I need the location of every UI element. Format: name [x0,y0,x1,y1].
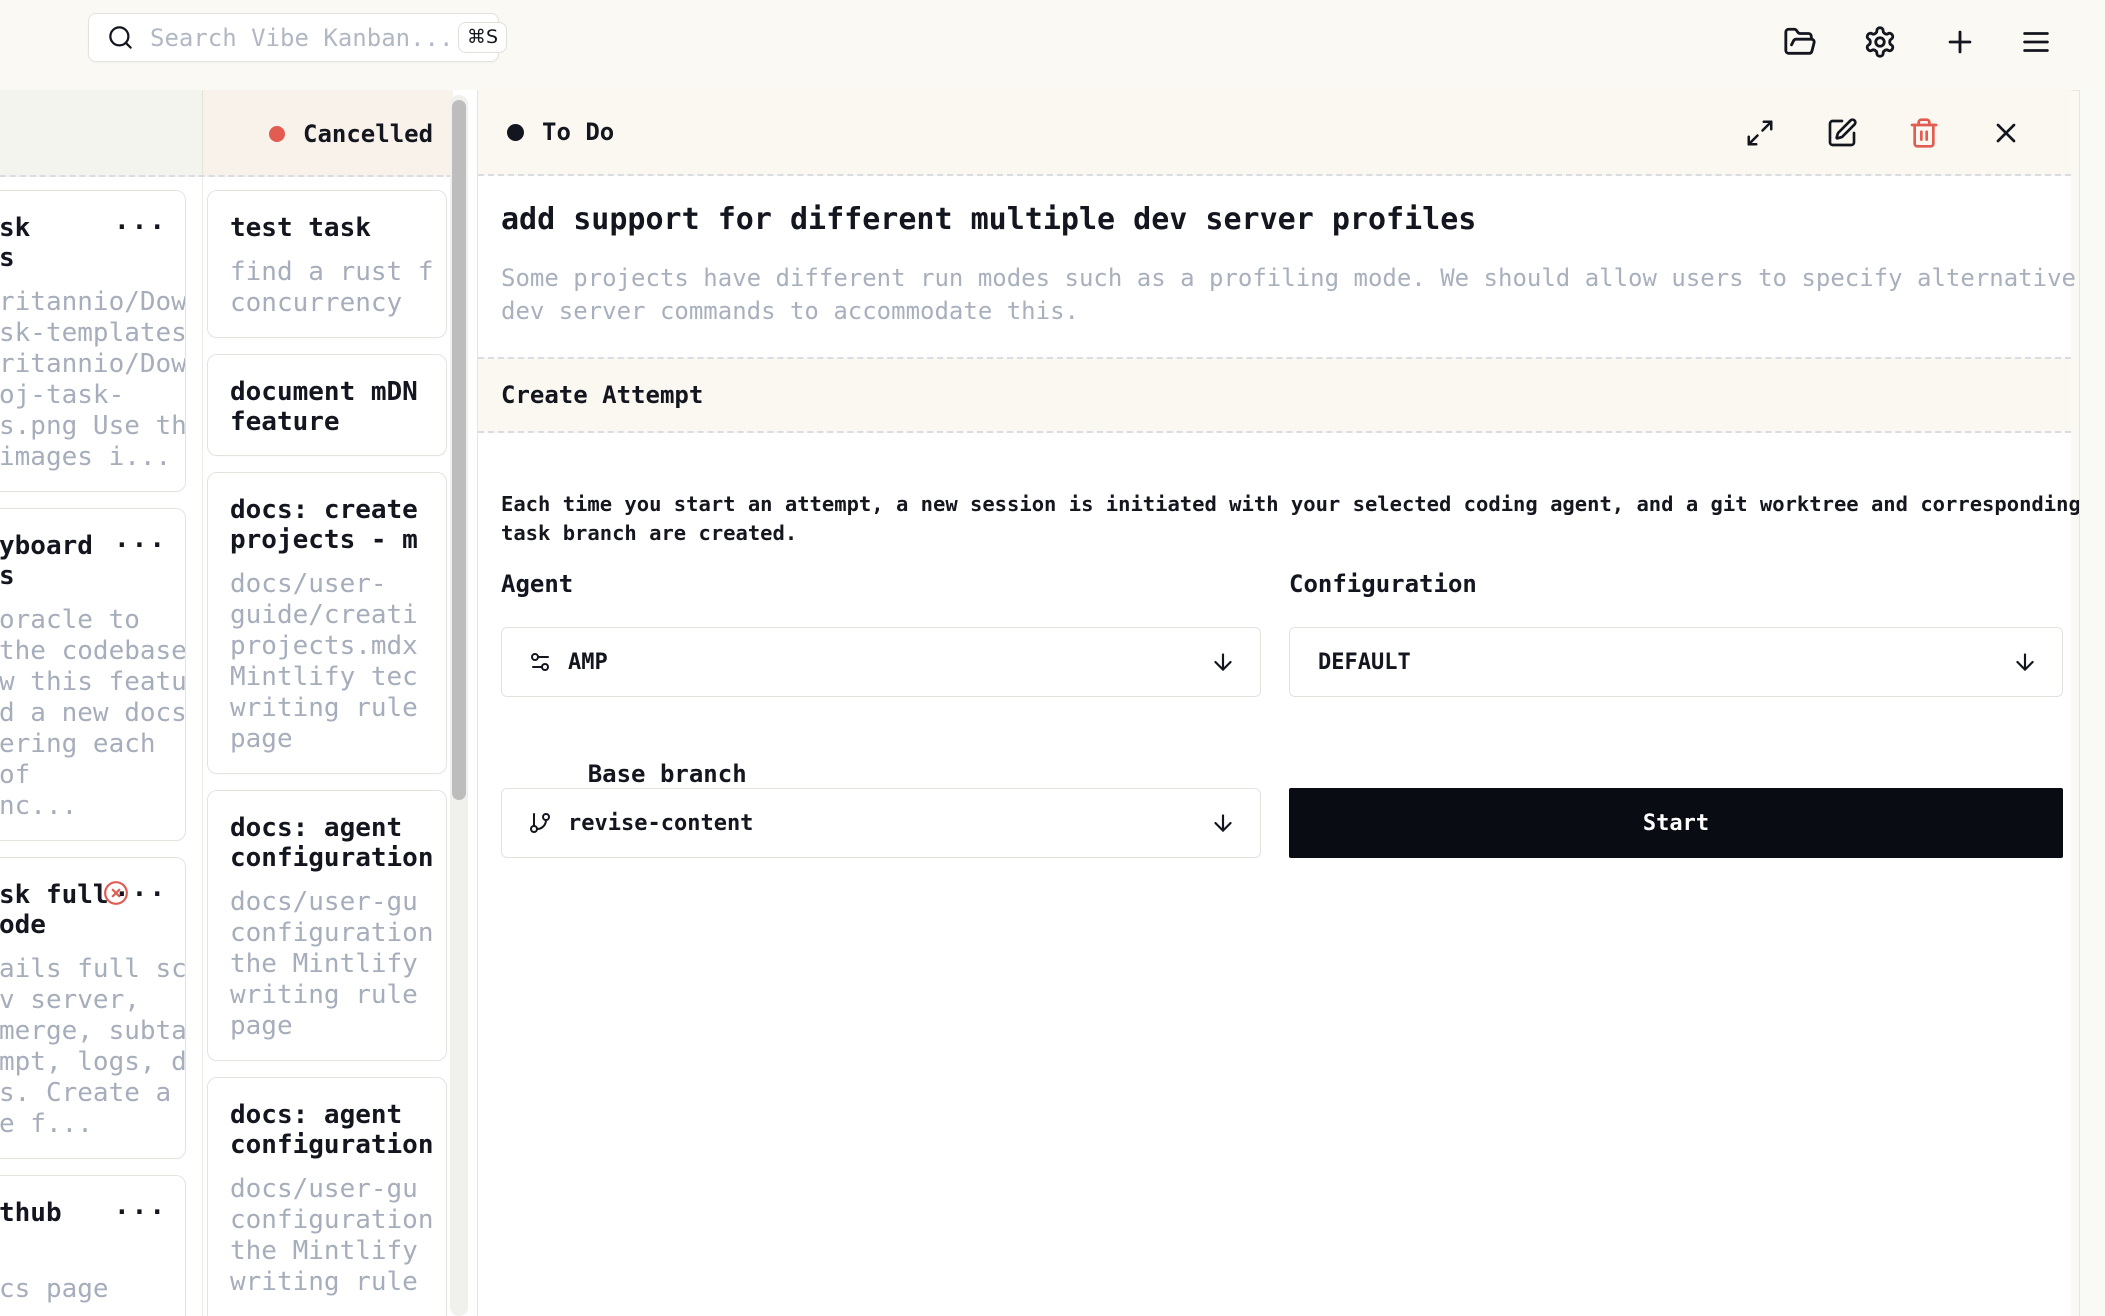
gear-icon [1863,25,1897,59]
create-attempt-section-header: Create Attempt [478,357,2071,433]
edit-icon[interactable] [1825,116,1859,150]
settings-button[interactable] [1860,22,1900,62]
panel-status-label: To Do [542,118,615,146]
hamburger-menu-icon [2019,25,2053,59]
card-description: docs/user- guide/creati projects.mdx Min… [230,569,418,754]
card-title: document mDN feature [230,377,418,437]
open-project-button[interactable] [1780,22,1820,62]
card-description: docs/user-gu configuration the Mintlify … [230,1174,434,1297]
board-scrollbar-thumb[interactable] [452,100,466,800]
task-description: Some projects have different run modes s… [501,264,2076,325]
folder-open-icon [1783,25,1817,59]
task-card[interactable]: document mDN feature [207,354,447,456]
card-menu-icon[interactable]: ... [114,208,167,234]
expand-icon[interactable] [1743,116,1777,150]
base-branch-value: revise-content [568,810,754,836]
arrow-down-icon [1210,810,1236,836]
column-header-cancelled: Cancelled [203,90,453,177]
task-card[interactable]: test task find a rust f concurrency [207,190,447,338]
search-input[interactable] [148,22,458,53]
search-shortcut-badge: ⌘S [458,22,508,53]
agent-label: Agent [501,570,574,598]
start-button[interactable]: Start [1289,788,2063,858]
card-title: docs: agent configuration [230,1100,434,1160]
card-description: ails full screen v server, merge, subtas… [0,954,186,1139]
card-title: test task [230,213,371,243]
card-menu-icon[interactable]: ... [114,875,167,901]
configuration-select[interactable]: DEFAULT [1289,627,2063,697]
panel-scrollbar-track[interactable] [2079,90,2105,1316]
main-menu-button[interactable] [2016,22,2056,62]
cancelled-status-dot [269,125,285,142]
app-window: ⌘S Cancelled ... [0,0,2105,1316]
task-card[interactable]: docs: agent configuration docs/user-gu c… [207,790,447,1061]
card-menu-icon[interactable]: ... [114,526,167,552]
sliders-icon [528,650,552,674]
attempt-info-text: Each time you start an attempt, a new se… [501,492,2081,545]
task-card[interactable]: ... thub cs page [0,1175,186,1316]
card-description: ritannio/Downloa sk-templates.png ritann… [0,287,186,472]
todo-status-dot [507,123,524,141]
git-branch-icon [528,811,552,835]
board-scrollbar[interactable] [450,95,468,1316]
base-branch-label-text: Base branch [587,760,747,788]
task-card[interactable]: ... sk s ritannio/Downloa sk-templates.p… [0,190,186,492]
task-card[interactable]: docs: agent configuration docs/user-gu c… [207,1077,447,1316]
card-description: cs page [0,1274,109,1304]
base-branch-select[interactable]: revise-content [501,788,1261,858]
task-title: add support for different multiple dev s… [501,202,1477,237]
task-card[interactable]: docs: create projects - m docs/user- gui… [207,472,447,774]
section-title: Create Attempt [501,381,704,409]
card-title: docs: agent configuration [230,813,434,873]
card-description: find a rust f concurrency [230,257,434,318]
close-icon[interactable] [1989,116,2023,150]
arrow-down-icon [1210,649,1236,675]
search-icon [107,24,134,51]
card-title: docs: create projects - m [230,495,418,555]
agent-select[interactable]: AMP [501,627,1261,697]
search-box[interactable]: ⌘S [88,13,508,62]
task-detail-panel: To Do add support for different multiple… [477,90,2081,1316]
panel-actions [1743,90,2023,176]
agent-value: AMP [568,649,608,675]
configuration-value: DEFAULT [1318,649,1411,675]
task-card[interactable]: ... yboard s oracle to the codebase and … [0,508,186,841]
panel-header: To Do [478,90,2071,176]
card-description: oracle to the codebase and w this featur… [0,605,186,821]
column-header-divider [0,175,453,177]
column-divider [202,177,203,1316]
delete-icon[interactable] [1907,116,1941,150]
plus-icon [1943,25,1977,59]
cancelled-column-label: Cancelled [303,119,434,148]
card-description: docs/user-gu configuration the Mintlify … [230,887,434,1041]
column-header-left [0,90,203,177]
arrow-down-icon [2012,649,2038,675]
card-menu-icon[interactable]: ... [114,1193,167,1219]
add-task-button[interactable] [1940,22,1980,62]
configuration-label: Configuration [1289,570,1477,598]
top-bar: ⌘S [0,0,2105,91]
task-card[interactable]: ... sk full ode ails full screen v serve… [0,857,186,1159]
